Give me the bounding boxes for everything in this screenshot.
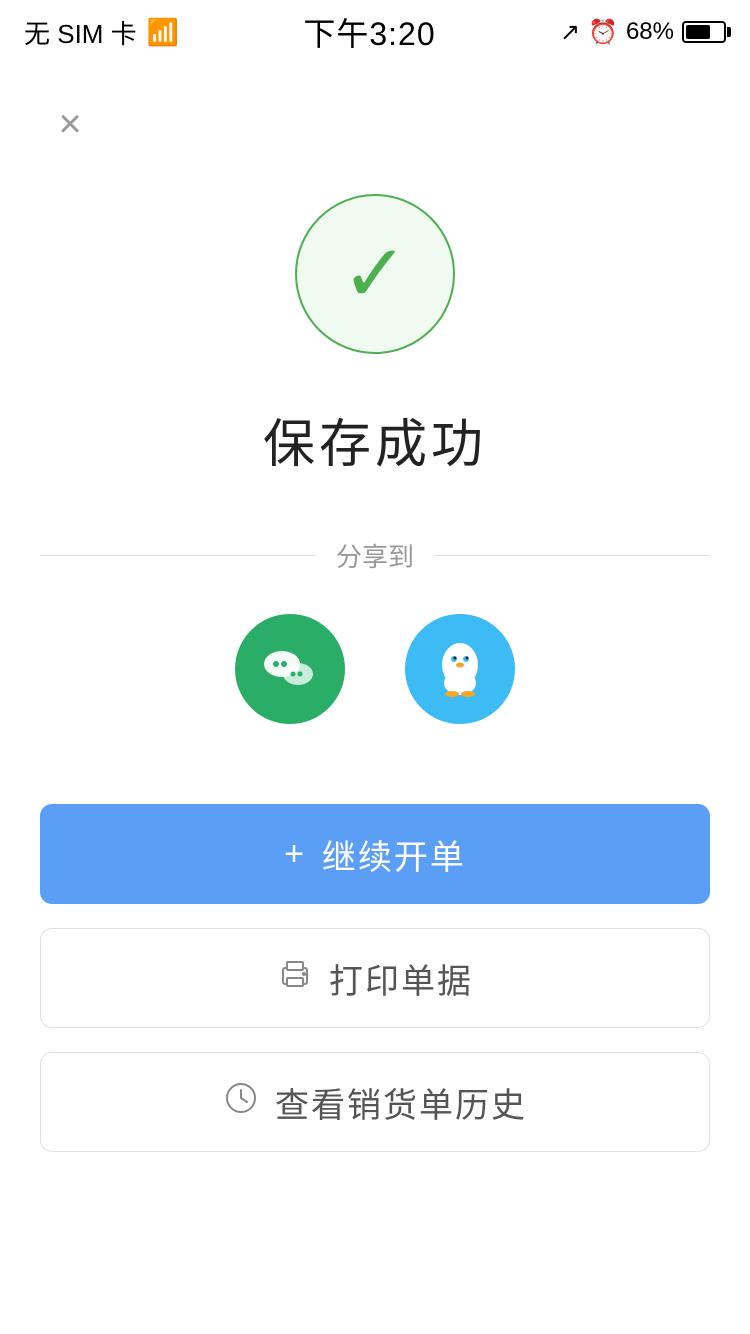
print-label: 打印单据 xyxy=(329,954,473,1003)
status-right: ↗ ⏰ 68% xyxy=(560,18,726,47)
checkmark-icon: ✓ xyxy=(341,234,408,314)
continue-label: 继续开单 xyxy=(322,830,466,879)
share-label: 分享到 xyxy=(336,537,414,574)
qq-share-button[interactable] xyxy=(405,614,515,724)
sim-label: 无 SIM 卡 xyxy=(24,14,137,51)
print-button[interactable]: 打印单据 xyxy=(40,928,710,1028)
qq-icon xyxy=(433,637,488,702)
success-title: 保存成功 xyxy=(263,402,487,477)
history-button[interactable]: 查看销货单历史 xyxy=(40,1052,710,1152)
wifi-icon: 📶 xyxy=(147,17,179,48)
success-circle: ✓ xyxy=(295,194,455,354)
plus-icon: + xyxy=(284,835,306,874)
alarm-icon: ⏰ xyxy=(588,18,618,47)
wechat-icon xyxy=(260,644,320,694)
history-label: 查看销货单历史 xyxy=(275,1078,527,1127)
printer-icon xyxy=(277,956,313,1001)
share-divider: 分享到 xyxy=(40,537,710,574)
close-icon: × xyxy=(58,104,81,144)
continue-button[interactable]: + 继续开单 xyxy=(40,804,710,904)
status-left: 无 SIM 卡 📶 xyxy=(24,14,179,51)
close-button[interactable]: × xyxy=(40,94,100,154)
share-icons-row xyxy=(235,614,515,724)
status-time: 下午3:20 xyxy=(303,9,435,55)
battery-icon xyxy=(682,21,726,43)
wechat-share-button[interactable] xyxy=(235,614,345,724)
divider-right xyxy=(434,555,710,556)
main-content: × ✓ 保存成功 分享到 xyxy=(0,64,750,1176)
battery-percent: 68% xyxy=(626,18,674,46)
clock-icon xyxy=(223,1080,259,1125)
divider-left xyxy=(40,555,316,556)
status-bar: 无 SIM 卡 📶 下午3:20 ↗ ⏰ 68% xyxy=(0,0,750,64)
location-icon: ↗ xyxy=(560,18,580,47)
